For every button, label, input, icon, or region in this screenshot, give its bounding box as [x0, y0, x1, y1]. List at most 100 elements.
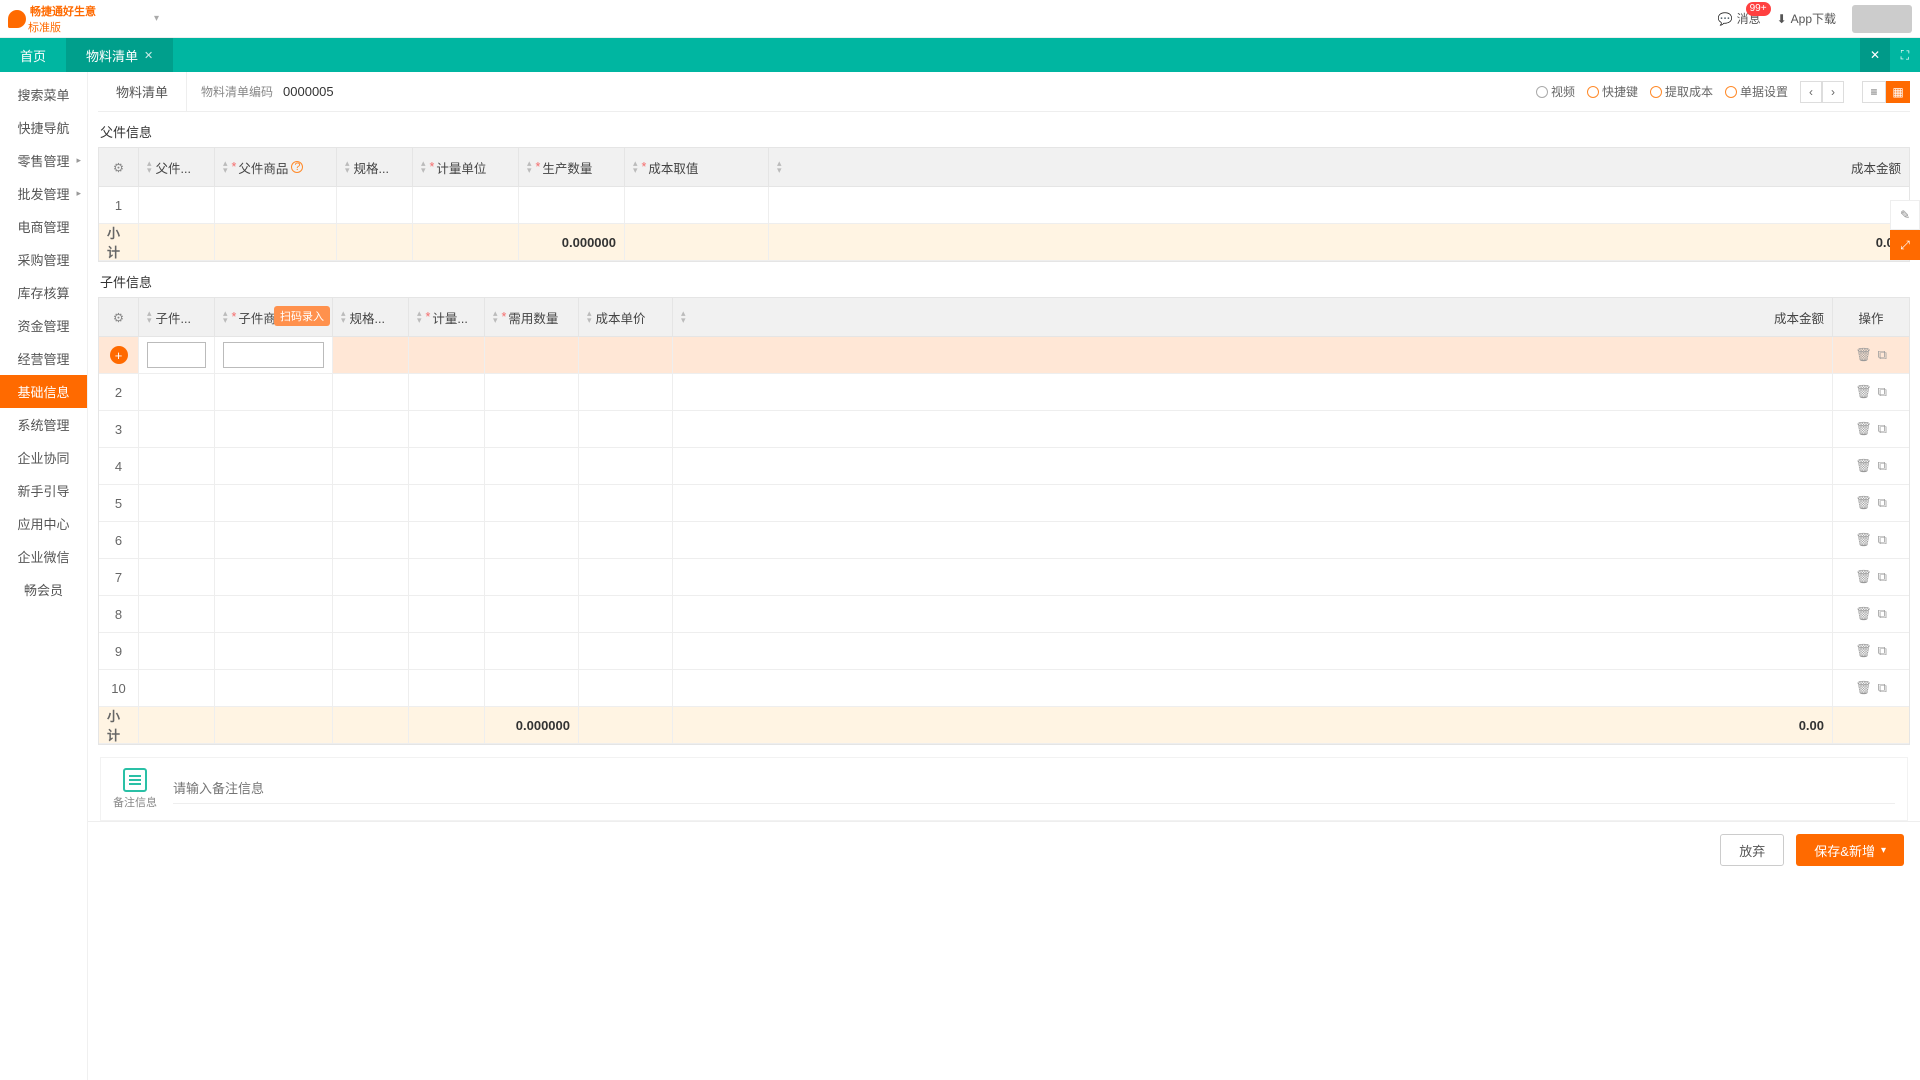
child-cell-code[interactable] [139, 374, 215, 410]
child-cell-price[interactable] [579, 337, 673, 373]
child-cell-need[interactable] [485, 522, 579, 558]
child-cell-unit[interactable] [409, 522, 485, 558]
parent-cell-product[interactable] [215, 187, 337, 223]
child-cell-price[interactable] [579, 522, 673, 558]
child-cell-unit[interactable] [409, 337, 485, 373]
child-cell-need[interactable] [485, 448, 579, 484]
sidebar-item[interactable]: 库存核算 [0, 276, 87, 309]
help-icon[interactable]: ? [291, 161, 303, 173]
parent-col-unit[interactable]: ▴▾*计量单位 [413, 148, 519, 186]
child-cell-code[interactable] [139, 411, 215, 447]
copy-row-icon[interactable]: ⧉ [1878, 384, 1887, 400]
child-cell-amount[interactable] [673, 633, 1833, 669]
parent-cell-costfrom[interactable] [625, 187, 769, 223]
tool-form-settings[interactable]: 单据设置 [1725, 83, 1788, 100]
parent-cell-qty[interactable] [519, 187, 625, 223]
delete-row-icon[interactable]: 🗑 [1855, 495, 1872, 511]
copy-row-icon[interactable]: ⧉ [1878, 458, 1887, 474]
child-cell-amount[interactable] [673, 522, 1833, 558]
child-cell-spec[interactable] [333, 411, 409, 447]
child-cell-code[interactable] [139, 448, 215, 484]
edit-tool-button[interactable]: ✎ [1890, 200, 1920, 230]
child-cell-product[interactable] [215, 633, 333, 669]
child-cell-spec[interactable] [333, 337, 409, 373]
close-icon[interactable]: ✕ [144, 49, 153, 62]
child-cell-need[interactable] [485, 670, 579, 706]
discard-button[interactable]: 放弃 [1720, 834, 1784, 866]
parent-col-code[interactable]: ▴▾父件... [139, 148, 215, 186]
parent-col-qty[interactable]: ▴▾*生产数量 [519, 148, 625, 186]
delete-row-icon[interactable]: 🗑 [1855, 680, 1872, 696]
child-cell-need[interactable] [485, 559, 579, 595]
fullscreen-button[interactable]: ⛶ [1890, 38, 1920, 72]
child-cell-unit[interactable] [409, 485, 485, 521]
child-cell-need[interactable] [485, 596, 579, 632]
child-cell-unit[interactable] [409, 448, 485, 484]
sidebar-item[interactable]: 采购管理 [0, 243, 87, 276]
sidebar-item[interactable]: 企业微信 [0, 540, 87, 573]
child-col-price[interactable]: ▴▾成本单价 [579, 298, 673, 336]
parent-col-amount[interactable]: ▴▾成本金额 [769, 148, 1909, 186]
child-cell-product[interactable] [215, 522, 333, 558]
child-cell-product[interactable] [215, 374, 333, 410]
copy-row-icon[interactable]: ⧉ [1878, 495, 1887, 511]
child-col-amount[interactable]: ▴▾成本金额 [673, 298, 1833, 336]
child-cell-price[interactable] [579, 670, 673, 706]
sidebar-item[interactable]: 资金管理 [0, 309, 87, 342]
doc-tab-bom[interactable]: 物料清单 [98, 72, 187, 111]
remark-input[interactable] [173, 774, 1895, 804]
scan-input-badge[interactable]: 扫码录入 [274, 306, 330, 326]
delete-row-icon[interactable]: 🗑 [1855, 606, 1872, 622]
child-cell-spec[interactable] [333, 448, 409, 484]
parent-cell-amount[interactable] [769, 187, 1909, 223]
sidebar-item[interactable]: 经营管理 [0, 342, 87, 375]
sidebar-item[interactable]: 搜索菜单 [0, 78, 87, 111]
child-cell-spec[interactable] [333, 596, 409, 632]
child-cell-product[interactable] [215, 337, 333, 373]
sidebar-item[interactable]: 系统管理 [0, 408, 87, 441]
child-cell-amount[interactable] [673, 559, 1833, 595]
child-product-input[interactable] [223, 342, 324, 368]
child-cell-product[interactable] [215, 485, 333, 521]
child-cell-spec[interactable] [333, 670, 409, 706]
view-list-button[interactable]: ≡ [1862, 81, 1886, 103]
avatar[interactable] [1852, 5, 1912, 33]
child-cell-price[interactable] [579, 485, 673, 521]
sidebar-item[interactable]: 电商管理 [0, 210, 87, 243]
child-cell-amount[interactable] [673, 670, 1833, 706]
sidebar-item[interactable]: 畅会员 [0, 573, 87, 606]
copy-row-icon[interactable]: ⧉ [1878, 347, 1887, 363]
tab-bom[interactable]: 物料清单 ✕ [66, 38, 173, 72]
child-cell-unit[interactable] [409, 411, 485, 447]
add-row-button[interactable]: + [99, 337, 139, 373]
parent-cell-unit[interactable] [413, 187, 519, 223]
child-cell-product[interactable] [215, 670, 333, 706]
copy-row-icon[interactable]: ⧉ [1878, 421, 1887, 437]
child-cell-product[interactable] [215, 448, 333, 484]
parent-col-costfrom[interactable]: ▴▾*成本取值 [625, 148, 769, 186]
sidebar-item[interactable]: 基础信息 [0, 375, 87, 408]
child-cell-spec[interactable] [333, 522, 409, 558]
child-cell-need[interactable] [485, 411, 579, 447]
parent-col-settings[interactable]: ⚙ [99, 148, 139, 186]
parent-col-spec[interactable]: ▴▾规格... [337, 148, 413, 186]
child-cell-code[interactable] [139, 522, 215, 558]
child-cell-code[interactable] [139, 670, 215, 706]
child-cell-price[interactable] [579, 559, 673, 595]
child-col-spec[interactable]: ▴▾规格... [333, 298, 409, 336]
tab-close-all-button[interactable]: ✕ [1860, 38, 1890, 72]
child-cell-unit[interactable] [409, 559, 485, 595]
child-cell-product[interactable] [215, 596, 333, 632]
tool-video[interactable]: 视频 [1536, 83, 1575, 100]
parent-cell-spec[interactable] [337, 187, 413, 223]
child-cell-product[interactable] [215, 559, 333, 595]
copy-row-icon[interactable]: ⧉ [1878, 643, 1887, 659]
delete-row-icon[interactable]: 🗑 [1855, 532, 1872, 548]
copy-row-icon[interactable]: ⧉ [1878, 532, 1887, 548]
sidebar-item[interactable]: 企业协同 [0, 441, 87, 474]
child-cell-unit[interactable] [409, 633, 485, 669]
child-cell-price[interactable] [579, 633, 673, 669]
child-cell-product[interactable] [215, 411, 333, 447]
tab-home[interactable]: 首页 [0, 38, 66, 72]
child-cell-spec[interactable] [333, 485, 409, 521]
